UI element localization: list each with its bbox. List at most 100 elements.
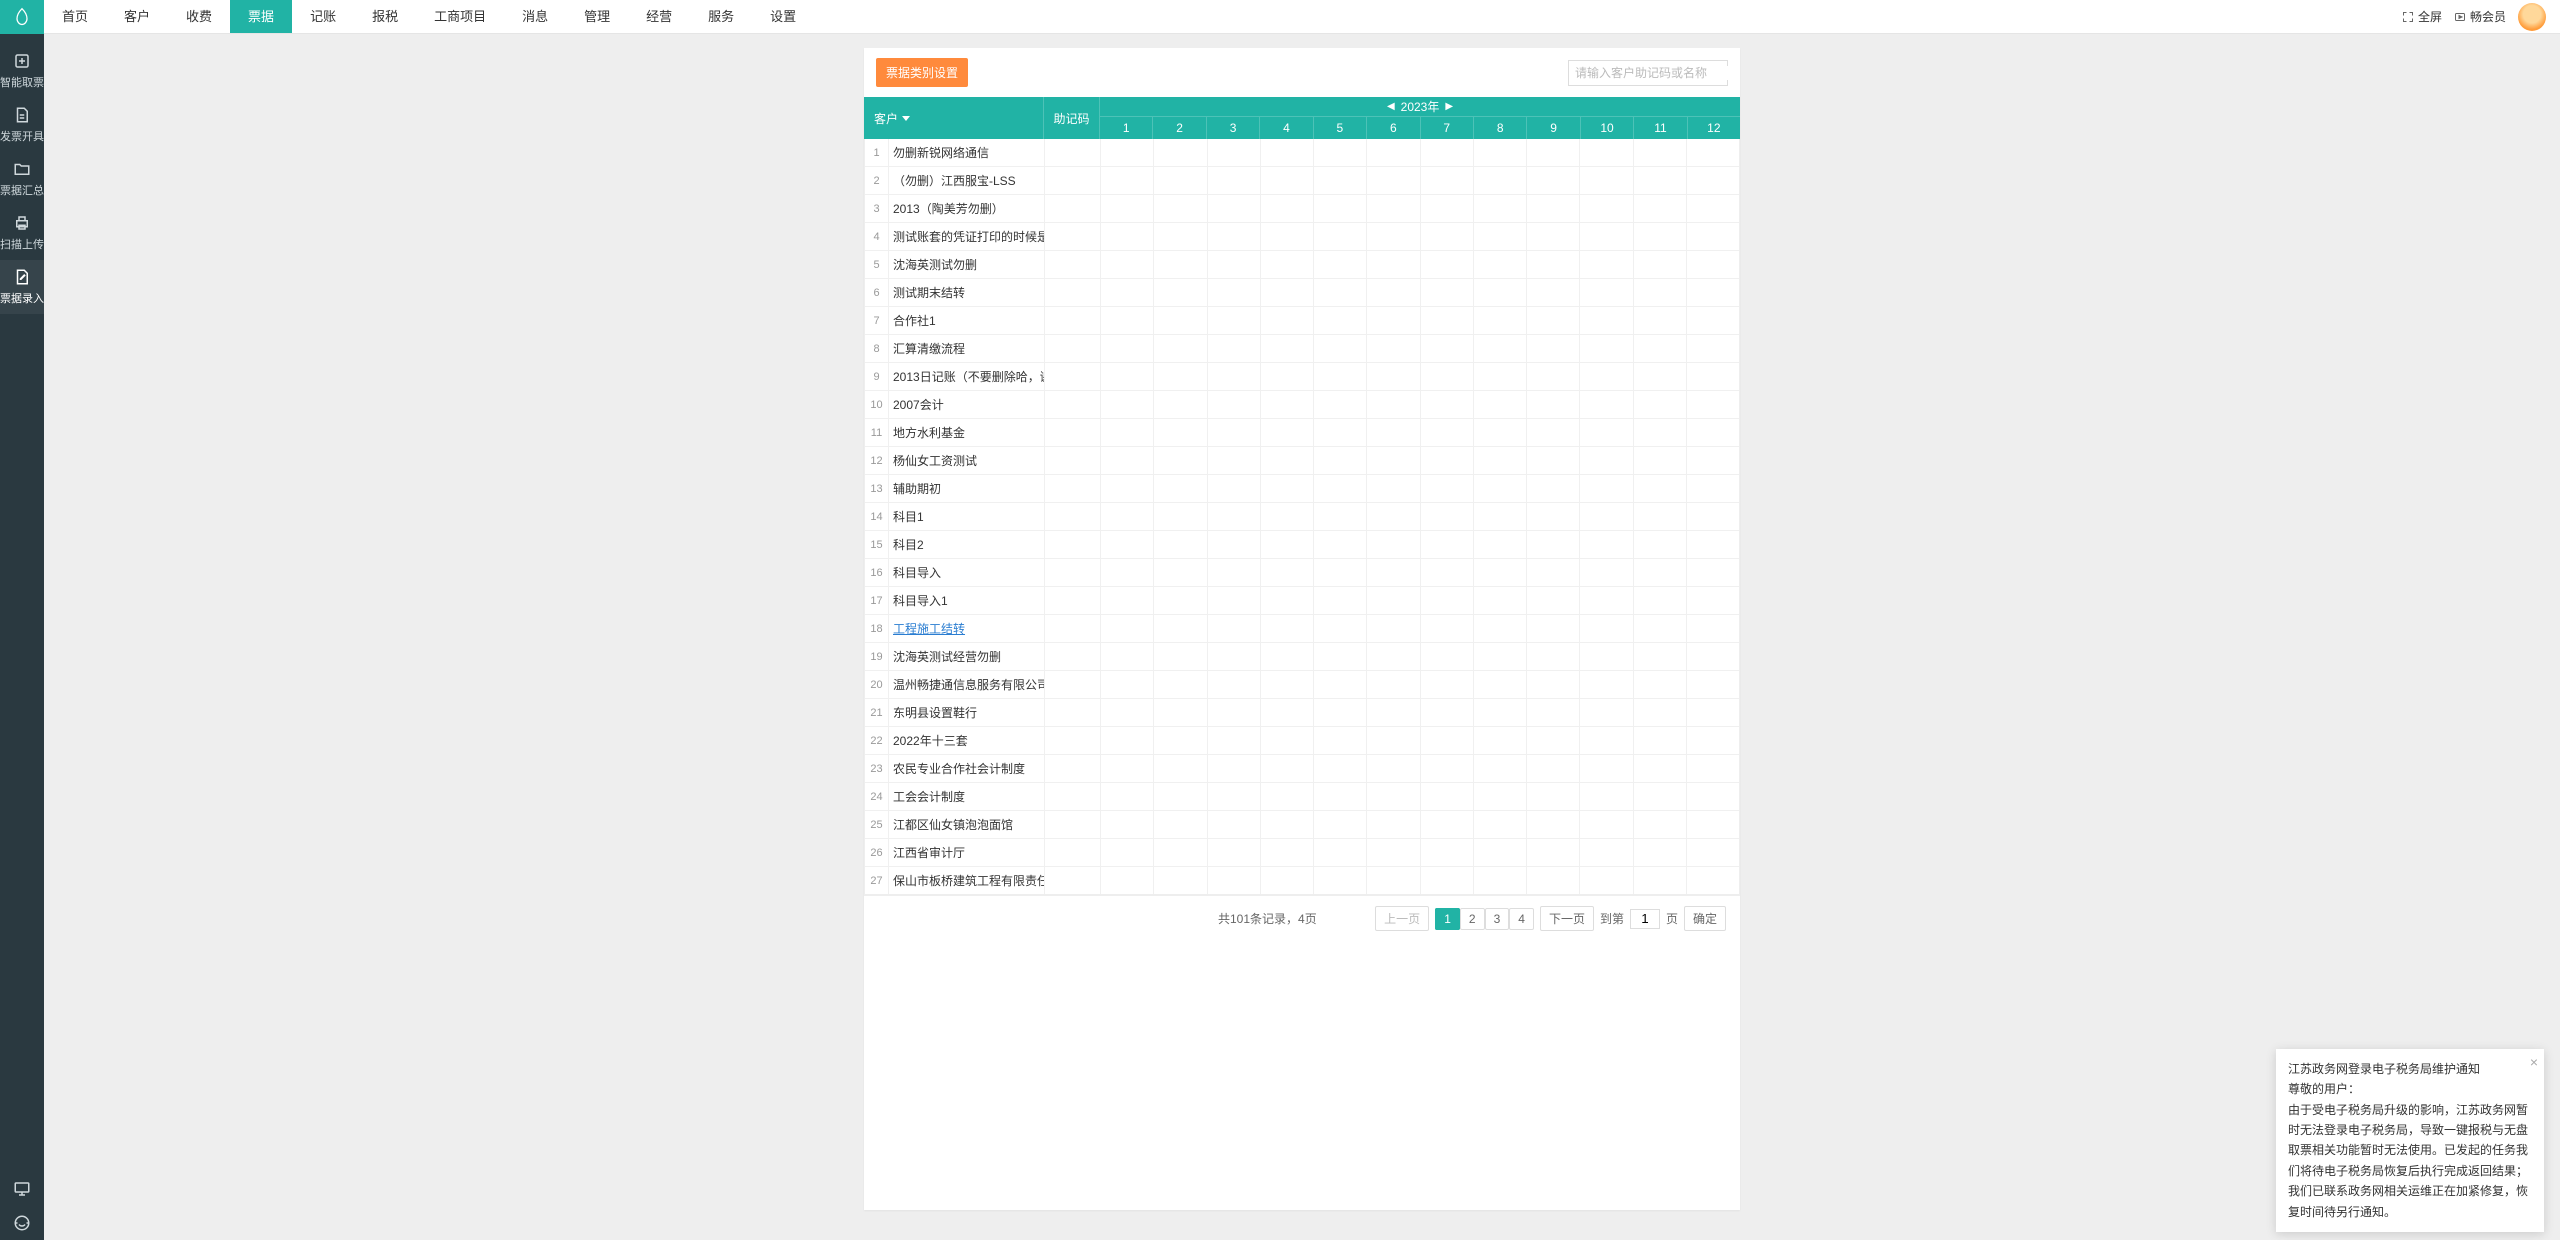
th-month-12[interactable]: 12 [1688,117,1740,139]
cell[interactable] [1261,783,1314,810]
cell[interactable] [1527,867,1580,894]
cell[interactable] [1421,503,1474,530]
sidebar-item-1[interactable]: 发票开具 [0,98,44,152]
cell[interactable] [1101,251,1154,278]
cell[interactable] [1527,559,1580,586]
mnemonic-cell[interactable] [1045,167,1101,194]
cell[interactable] [1314,251,1367,278]
cell[interactable] [1208,671,1261,698]
cell[interactable] [1421,811,1474,838]
cell[interactable] [1474,335,1527,362]
year-prev-button[interactable]: ◀ [1387,101,1395,112]
cell[interactable] [1634,783,1687,810]
cell[interactable] [1421,335,1474,362]
cell[interactable] [1314,559,1367,586]
customer-name[interactable]: 江西省审计厅 [889,839,1045,866]
cell[interactable] [1527,699,1580,726]
cell[interactable] [1687,195,1739,222]
mnemonic-cell[interactable] [1045,307,1101,334]
cell[interactable] [1101,475,1154,502]
cell[interactable] [1261,811,1314,838]
th-customer[interactable]: 客户 [864,97,1044,139]
cell[interactable] [1634,755,1687,782]
cell[interactable] [1314,391,1367,418]
cell[interactable] [1580,475,1633,502]
sidebar-bottom-monitor[interactable] [0,1172,44,1206]
cell[interactable] [1367,503,1420,530]
mnemonic-cell[interactable] [1045,755,1101,782]
cell[interactable] [1261,755,1314,782]
cell[interactable] [1474,559,1527,586]
cell[interactable] [1527,755,1580,782]
mnemonic-cell[interactable] [1045,783,1101,810]
cell[interactable] [1474,139,1527,166]
pager-prev[interactable]: 上一页 [1375,906,1429,931]
cell[interactable] [1687,755,1739,782]
cell[interactable] [1580,615,1633,642]
cell[interactable] [1421,363,1474,390]
cell[interactable] [1208,279,1261,306]
cell[interactable] [1687,587,1739,614]
cell[interactable] [1101,839,1154,866]
cell[interactable] [1580,447,1633,474]
cell[interactable] [1314,531,1367,558]
cell[interactable] [1367,811,1420,838]
cell[interactable] [1474,811,1527,838]
sidebar-item-2[interactable]: 票据汇总 [0,152,44,206]
cell[interactable] [1208,195,1261,222]
cell[interactable] [1474,195,1527,222]
cell[interactable] [1261,223,1314,250]
cell[interactable] [1101,531,1154,558]
cell[interactable] [1261,531,1314,558]
cell[interactable] [1580,587,1633,614]
cell[interactable] [1101,503,1154,530]
cell[interactable] [1208,839,1261,866]
cell[interactable] [1314,615,1367,642]
cell[interactable] [1527,363,1580,390]
cell[interactable] [1314,783,1367,810]
cell[interactable] [1687,727,1739,754]
cell[interactable] [1314,727,1367,754]
cell[interactable] [1261,391,1314,418]
mnemonic-cell[interactable] [1045,671,1101,698]
mnemonic-cell[interactable] [1045,447,1101,474]
cell[interactable] [1687,363,1739,390]
nav-item-9[interactable]: 经营 [628,0,690,33]
cell[interactable] [1580,195,1633,222]
th-month-10[interactable]: 10 [1581,117,1634,139]
cell[interactable] [1634,447,1687,474]
cell[interactable] [1208,167,1261,194]
cell[interactable] [1580,503,1633,530]
cell[interactable] [1634,279,1687,306]
cell[interactable] [1101,335,1154,362]
cell[interactable] [1687,279,1739,306]
cell[interactable] [1367,699,1420,726]
cell[interactable] [1154,223,1207,250]
customer-name[interactable]: 测试账套的凭证打印的时候是否 [889,223,1045,250]
cell[interactable] [1261,867,1314,894]
cell[interactable] [1474,503,1527,530]
th-month-1[interactable]: 1 [1100,117,1153,139]
cell[interactable] [1421,587,1474,614]
cell[interactable] [1474,727,1527,754]
customer-name[interactable]: 测试期末结转 [889,279,1045,306]
cell[interactable] [1367,167,1420,194]
cell[interactable] [1154,755,1207,782]
mnemonic-cell[interactable] [1045,587,1101,614]
cell[interactable] [1101,615,1154,642]
cell[interactable] [1208,447,1261,474]
nav-item-11[interactable]: 设置 [752,0,814,33]
mnemonic-cell[interactable] [1045,195,1101,222]
cell[interactable] [1474,419,1527,446]
cell[interactable] [1154,811,1207,838]
cell[interactable] [1634,251,1687,278]
cell[interactable] [1367,251,1420,278]
cell[interactable] [1687,671,1739,698]
th-month-2[interactable]: 2 [1153,117,1206,139]
cell[interactable] [1208,783,1261,810]
customer-name[interactable]: 2013（陶美芳勿删） [889,195,1045,222]
cell[interactable] [1154,671,1207,698]
cell[interactable] [1101,699,1154,726]
cell[interactable] [1208,727,1261,754]
cell[interactable] [1314,755,1367,782]
